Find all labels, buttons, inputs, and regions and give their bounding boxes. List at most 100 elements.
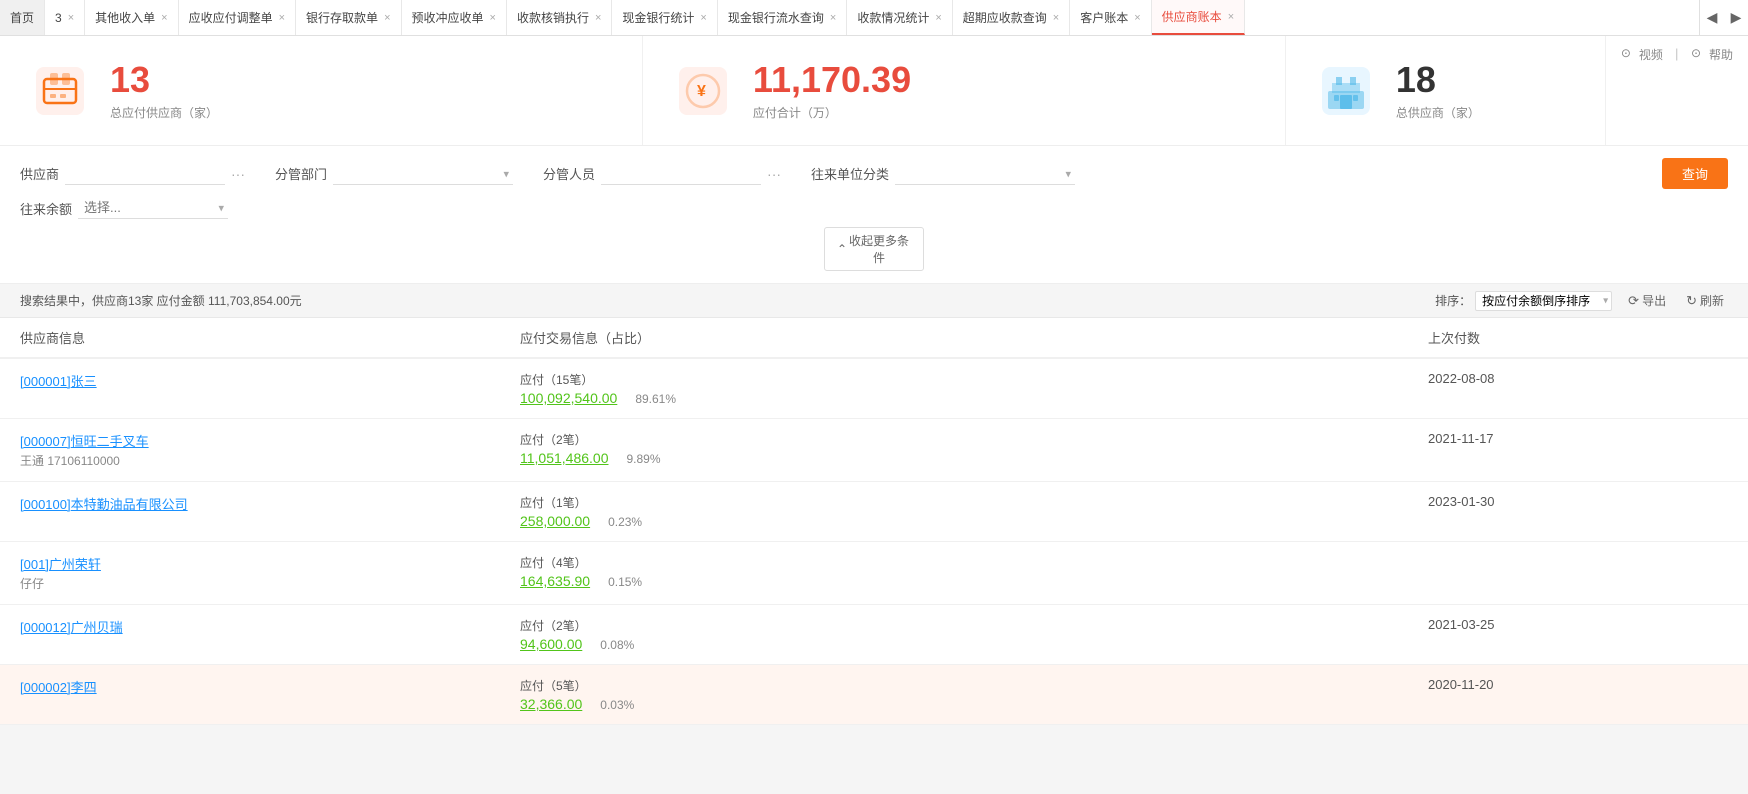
person-label: 分管人员 [543,164,595,183]
person-input[interactable] [601,163,761,185]
stat-icon-1 [30,61,90,121]
tx-row-5: 32,366.00 0.03% [520,696,1428,712]
close-icon[interactable]: × [490,12,496,24]
nav-collection-stat[interactable]: 收款情况统计 × [847,0,952,35]
nav-other-income[interactable]: 其他收入单 × [85,0,178,35]
table-row: [000007]恒旺二手叉车 王通 17106110000 应付（2笔） 11,… [0,419,1748,482]
stat-number-2: 11,170.39 [753,60,911,100]
supplier-cell-5: [000002]李四 [20,677,520,696]
nav-home[interactable]: 首页 [0,0,45,35]
supplier-link-5[interactable]: [000002]李四 [20,680,97,695]
last-pay-cell-1: 2021-11-17 [1428,431,1728,446]
supplier-link-3[interactable]: [001]广州荣轩 [20,557,101,572]
nav-ar-ap-adjust[interactable]: 应收应付调整单 × [179,0,296,35]
table-header: 供应商信息 应付交易信息（占比） 上次付数 [0,318,1748,359]
supplier-label: 供应商 [20,164,59,183]
close-icon[interactable]: × [279,12,285,24]
table-row: [000001]张三 应付（15笔） 100,092,540.00 89.61%… [0,359,1748,419]
tx-row-0: 100,092,540.00 89.61% [520,390,1428,406]
close-icon[interactable]: × [1053,12,1059,24]
stat-info-3: 18 总供应商（家） [1396,60,1480,121]
close-icon[interactable]: × [700,12,706,24]
export-button[interactable]: ⟳ 导出 [1624,290,1670,311]
table-row: [000100]本特勤油品有限公司 应付（1笔） 258,000.00 0.23… [0,482,1748,542]
nav-bank-deposit-label: 银行存取款单 [306,9,378,26]
nav-collection-stat-label: 收款情况统计 [857,9,929,26]
supplier-cell-3: [001]广州荣轩 仔仔 [20,554,520,592]
nav-tab3[interactable]: 3 × [45,0,85,35]
refresh-button[interactable]: ↻ 刷新 [1682,290,1728,311]
tx-cell-5: 应付（5笔） 32,366.00 0.03% [520,677,1428,712]
close-icon[interactable]: × [161,12,167,24]
tx-label-2: 应付（1笔） [520,494,1428,511]
balance-select[interactable] [78,197,228,219]
nav-advance-ar[interactable]: 预收冲应收单 × [402,0,507,35]
tx-row-3: 164,635.90 0.15% [520,573,1428,589]
collapse-icon: ⌃ [837,242,847,256]
supplier-input[interactable] [65,163,225,185]
collapse-button[interactable]: ⌃ 收起更多条件 [824,227,924,271]
close-icon[interactable]: × [1134,12,1140,24]
nav-bank-deposit[interactable]: 银行存取款单 × [296,0,401,35]
video-link[interactable]: 视频 [1639,46,1663,63]
tx-percent-2: 0.23% [608,515,642,529]
supplier-link-0[interactable]: [000001]张三 [20,374,97,389]
nav-overdue-ar[interactable]: 超期应收款查询 × [953,0,1070,35]
nav-supplier-ledger[interactable]: 供应商账本 × [1152,0,1245,35]
last-pay-cell-2: 2023-01-30 [1428,494,1728,509]
tx-amount-0[interactable]: 100,092,540.00 [520,390,617,406]
nav-customer-ledger[interactable]: 客户账本 × [1070,0,1151,35]
supplier-sub-1: 王通 17106110000 [20,452,520,469]
supplier-link-2[interactable]: [000100]本特勤油品有限公司 [20,497,188,512]
nav-arrows: ◀ ▶ [1699,0,1748,36]
filter-dept: 分管部门 [275,163,513,185]
tx-amount-4[interactable]: 94,600.00 [520,636,582,652]
tx-amount-3[interactable]: 164,635.90 [520,573,590,589]
nav-arrow-right[interactable]: ▶ [1724,0,1748,36]
supplier-link-4[interactable]: [000012]广州贝瑞 [20,620,123,635]
stat-card-suppliers-payable: 13 总应付供应商（家） [0,36,643,145]
dept-select-wrap [333,163,513,185]
sort-select[interactable]: 按应付余额倒序排序 [1475,291,1612,311]
close-icon[interactable]: × [384,12,390,24]
supplier-dots-btn[interactable]: ··· [231,166,245,182]
tx-label-5: 应付（5笔） [520,677,1428,694]
close-icon[interactable]: × [830,12,836,24]
close-icon[interactable]: × [935,12,941,24]
person-dots-btn[interactable]: ··· [767,166,781,182]
nav-cash-stat-label: 现金银行统计 [622,9,694,26]
help-link[interactable]: 帮助 [1709,46,1733,63]
close-icon[interactable]: × [1228,11,1234,23]
category-select[interactable] [895,163,1075,185]
last-pay-4: 2021-03-25 [1428,617,1495,632]
supplier-sub-3: 仔仔 [20,575,520,592]
tx-cell-3: 应付（4笔） 164,635.90 0.15% [520,554,1428,589]
stats-row: 13 总应付供应商（家） ¥ 11,170.39 应付合计（万） [0,36,1748,146]
nav-cash-stat[interactable]: 现金银行统计 × [612,0,717,35]
search-button[interactable]: 查询 [1662,158,1728,189]
export-icon: ⟳ [1628,293,1639,309]
nav-arrow-left[interactable]: ◀ [1700,0,1724,36]
table-row: [000002]李四 应付（5笔） 32,366.00 0.03% 2020-1… [0,665,1748,725]
close-icon[interactable]: × [595,12,601,24]
results-summary: 搜索结果中，供应商13家 应付金额 111,703,854.00元 [20,292,302,309]
tx-amount-5[interactable]: 32,366.00 [520,696,582,712]
tx-amount-1[interactable]: 11,051,486.00 [520,450,609,466]
col-tx-info: 应付交易信息（占比） [520,328,1428,347]
nav-cash-flow[interactable]: 现金银行流水查询 × [718,0,847,35]
stat-icon-2: ¥ [673,61,733,121]
sort-label: 排序： [1435,292,1471,309]
dept-select[interactable] [333,163,513,185]
nav-other-income-label: 其他收入单 [95,9,155,26]
nav-overdue-ar-label: 超期应收款查询 [963,9,1047,26]
close-icon[interactable]: × [68,12,74,24]
supplier-link-1[interactable]: [000007]恒旺二手叉车 [20,434,149,449]
supplier-cell-0: [000001]张三 [20,371,520,390]
last-pay-1: 2021-11-17 [1428,431,1494,446]
tx-amount-2[interactable]: 258,000.00 [520,513,590,529]
tx-row-2: 258,000.00 0.23% [520,513,1428,529]
filter-row-1: 供应商 ··· 分管部门 分管人员 ··· 往来单位分类 查询 [20,158,1728,189]
nav-collection-exec-label: 收款核销执行 [517,9,589,26]
nav-collection-exec[interactable]: 收款核销执行 × [507,0,612,35]
sort-wrap: 排序： 按应付余额倒序排序 [1435,291,1612,311]
